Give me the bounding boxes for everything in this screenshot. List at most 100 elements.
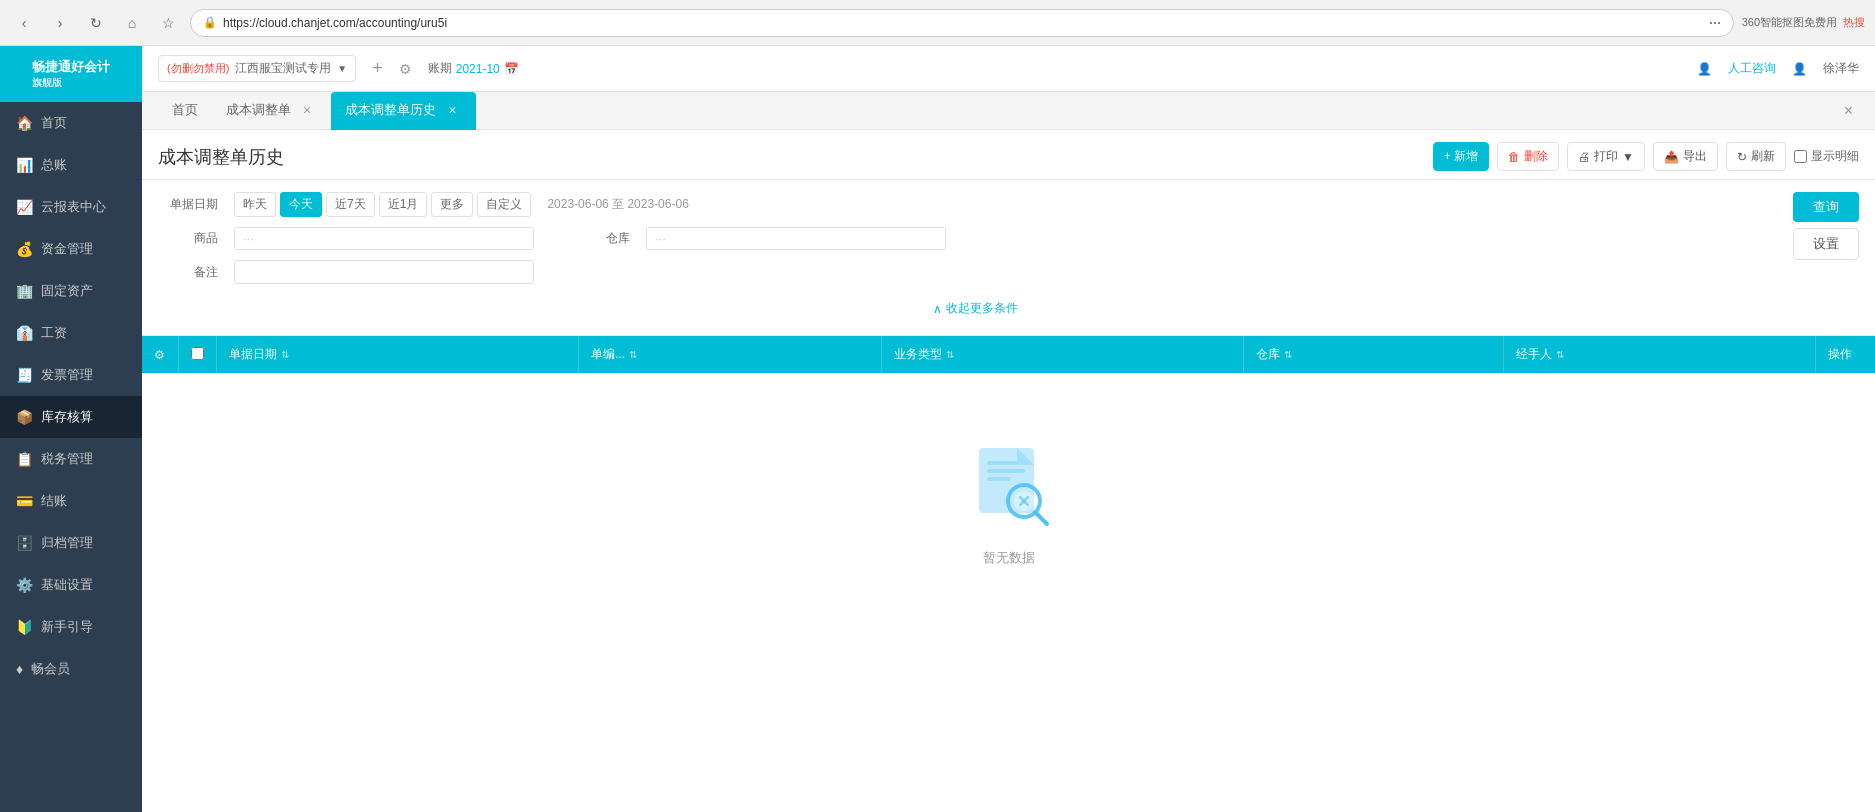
sidebar-label-settings: 基础设置: [41, 576, 93, 594]
date-1month-btn[interactable]: 近1月: [379, 192, 428, 217]
calendar-icon[interactable]: 📅: [504, 62, 519, 76]
close-all-tabs-button[interactable]: ×: [1838, 100, 1859, 122]
reports-icon: 📈: [16, 199, 33, 215]
export-button[interactable]: 📤 导出: [1653, 142, 1718, 171]
th-operations-label: 操作: [1828, 347, 1852, 361]
sidebar-item-archive[interactable]: 🗄️ 归档管理: [0, 522, 142, 564]
th-date[interactable]: 单据日期 ⇅: [216, 336, 578, 373]
date-filter-label: 单据日期: [158, 196, 218, 213]
select-all-checkbox[interactable]: [191, 347, 204, 360]
sidebar-item-fixed-assets[interactable]: 🏢 固定资产: [0, 270, 142, 312]
number-sort-icon[interactable]: ⇅: [629, 349, 637, 360]
export-icon: 📤: [1664, 150, 1679, 164]
date-more-btn[interactable]: 更多: [431, 192, 473, 217]
tax-icon: 📋: [16, 451, 33, 467]
th-checkbox[interactable]: [178, 336, 216, 373]
service-link[interactable]: 人工咨询: [1728, 60, 1776, 77]
forward-button[interactable]: ›: [46, 9, 74, 37]
th-number-label: 单编...: [591, 346, 625, 363]
no-data-svg: [959, 433, 1059, 533]
product-filter-label: 商品: [158, 230, 218, 247]
browser-toolbar: 360智能抠图免费用 热搜: [1742, 15, 1865, 30]
remark-filter-row: 备注: [158, 260, 1793, 284]
tab-cost-adjust-close[interactable]: ×: [297, 100, 317, 120]
tab-home[interactable]: 首页: [158, 93, 212, 129]
query-button[interactable]: 查询: [1793, 192, 1859, 222]
search-label: 360智能抠图免费用: [1742, 15, 1837, 30]
biz-type-sort-icon[interactable]: ⇅: [946, 349, 954, 360]
print-dropdown-icon: ▼: [1622, 150, 1634, 164]
sidebar-label-archive: 归档管理: [41, 534, 93, 552]
th-warehouse[interactable]: 仓库 ⇅: [1244, 336, 1504, 373]
date-sort-icon[interactable]: ⇅: [281, 349, 289, 360]
sidebar-item-salary[interactable]: 👔 工资: [0, 312, 142, 354]
sidebar-item-guide[interactable]: 🔰 新手引导: [0, 606, 142, 648]
add-company-button[interactable]: +: [372, 58, 383, 79]
filter-settings-button[interactable]: 设置: [1793, 228, 1859, 260]
print-button[interactable]: 🖨 打印 ▼: [1567, 142, 1645, 171]
empty-state: 暂无数据: [142, 373, 1875, 627]
period-value: 2021-10: [456, 62, 500, 76]
settlement-icon: 💳: [16, 493, 33, 509]
bookmark-button[interactable]: ☆: [154, 9, 182, 37]
filter-actions: 查询 设置: [1793, 192, 1859, 260]
address-bar[interactable]: 🔒 https://cloud.chanjet.com/accounting/u…: [190, 9, 1734, 37]
sidebar-item-settlement[interactable]: 💳 结账: [0, 480, 142, 522]
sidebar-item-inventory[interactable]: 📦 库存核算: [0, 396, 142, 438]
collapse-button[interactable]: ∧ 收起更多条件: [158, 294, 1793, 323]
sidebar-label-reports: 云报表中心: [41, 198, 106, 216]
date-custom-btn[interactable]: 自定义: [477, 192, 531, 217]
sidebar-item-member[interactable]: ♦ 畅会员: [0, 648, 142, 690]
collapse-label: 收起更多条件: [946, 300, 1018, 317]
th-operations: 操作: [1815, 336, 1875, 373]
handler-sort-icon[interactable]: ⇅: [1556, 349, 1564, 360]
back-button[interactable]: ‹: [10, 9, 38, 37]
top-bar-right: 👤 人工咨询 👤 徐泽华: [1697, 60, 1859, 77]
reload-button[interactable]: ↻: [82, 9, 110, 37]
delete-icon: 🗑: [1508, 150, 1520, 164]
column-settings-icon[interactable]: ⚙: [154, 348, 165, 362]
sidebar-item-tax[interactable]: 📋 税务管理: [0, 438, 142, 480]
sidebar-item-finance[interactable]: 💰 资金管理: [0, 228, 142, 270]
warehouse-filter-label: 仓库: [570, 230, 630, 247]
page-header: 成本调整单历史 + 新增 🗑 删除 🖨 打印 ▼ 📤 导出 ↻: [142, 130, 1875, 180]
settings-gear-icon[interactable]: ⚙: [399, 61, 412, 77]
sidebar-label-inventory: 库存核算: [41, 408, 93, 426]
top-bar: (勿删勿禁用) 江西服宝测试专用 ▼ + ⚙ 账期 2021-10 📅 👤 人工…: [142, 46, 1875, 92]
th-gear[interactable]: ⚙: [142, 336, 178, 373]
th-handler[interactable]: 经手人 ⇅: [1504, 336, 1815, 373]
sidebar-item-ledger[interactable]: 📊 总账: [0, 144, 142, 186]
show-detail-checkbox[interactable]: [1794, 150, 1807, 163]
tab-cost-adjust[interactable]: 成本调整单 ×: [212, 92, 331, 130]
date-today-btn[interactable]: 今天: [280, 192, 322, 217]
th-biz-type[interactable]: 业务类型 ⇅: [881, 336, 1243, 373]
refresh-button[interactable]: ↻ 刷新: [1726, 142, 1786, 171]
ssl-lock-icon: 🔒: [203, 16, 217, 29]
tab-home-label: 首页: [172, 101, 198, 119]
date-7days-btn[interactable]: 近7天: [326, 192, 375, 217]
print-icon: 🖨: [1578, 150, 1590, 164]
sidebar-item-home[interactable]: 🏠 首页: [0, 102, 142, 144]
company-selector[interactable]: (勿删勿禁用) 江西服宝测试专用 ▼: [158, 55, 356, 82]
new-button[interactable]: + 新增: [1433, 142, 1489, 171]
sidebar-item-reports[interactable]: 📈 云报表中心: [0, 186, 142, 228]
remark-input[interactable]: [234, 260, 534, 284]
period-label: 账期: [428, 60, 452, 77]
sidebar-item-invoice[interactable]: 🧾 发票管理: [0, 354, 142, 396]
delete-button[interactable]: 🗑 删除: [1497, 142, 1559, 171]
home-button[interactable]: ⌂: [118, 9, 146, 37]
th-number[interactable]: 单编... ⇅: [578, 336, 881, 373]
tab-cost-adjust-history-close[interactable]: ×: [442, 100, 462, 120]
product-filter-field[interactable]: ···: [234, 227, 534, 250]
tab-bar: 首页 成本调整单 × 成本调整单历史 × ×: [142, 92, 1875, 130]
main-content: (勿删勿禁用) 江西服宝测试专用 ▼ + ⚙ 账期 2021-10 📅 👤 人工…: [142, 46, 1875, 812]
sidebar-item-settings[interactable]: ⚙️ 基础设置: [0, 564, 142, 606]
warehouse-filter-field[interactable]: ···: [646, 227, 946, 250]
warehouse-sort-icon[interactable]: ⇅: [1284, 349, 1292, 360]
company-name: 江西服宝测试专用: [235, 60, 331, 77]
username: 徐泽华: [1823, 60, 1859, 77]
table-header-row: ⚙ 单据日期 ⇅ 单编...: [142, 336, 1875, 373]
tab-cost-adjust-history[interactable]: 成本调整单历史 ×: [331, 92, 476, 130]
date-yesterday-btn[interactable]: 昨天: [234, 192, 276, 217]
filter-area: 单据日期 昨天 今天 近7天 近1月 更多 自定义 2023-06-06 至 2…: [142, 180, 1875, 336]
